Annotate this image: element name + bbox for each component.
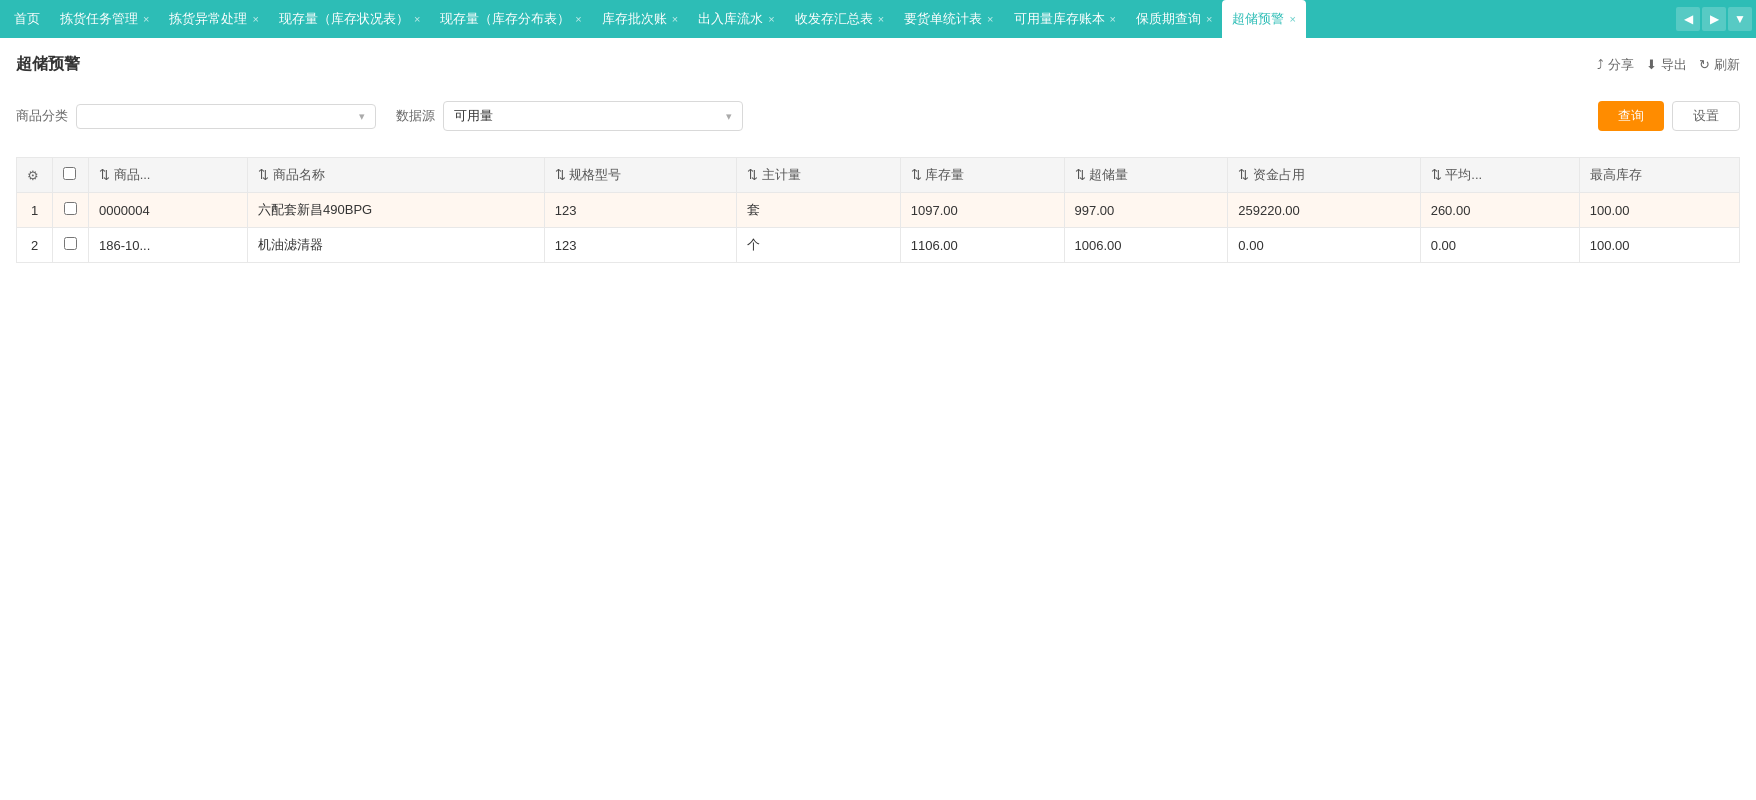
nav-pick-task[interactable]: 拣货任务管理 × bbox=[50, 0, 159, 38]
th-avg[interactable]: ⇅ 平均... bbox=[1420, 158, 1579, 193]
th-product-code[interactable]: ⇅ 商品... bbox=[89, 158, 248, 193]
unit: 套 bbox=[737, 193, 901, 228]
row-checkbox[interactable] bbox=[64, 237, 77, 250]
nav-overstock-warning[interactable]: 超储预警 × bbox=[1222, 0, 1305, 38]
nav-inventory-dist[interactable]: 现存量（库存分布表） × bbox=[430, 0, 591, 38]
datasource-select-value: 可用量 bbox=[454, 107, 726, 125]
table-header-row: ⚙ ⇅ 商品... ⇅ 商品名称 ⇅ 规格型号 ⇅ bbox=[17, 158, 1740, 193]
spec: 123 bbox=[544, 193, 736, 228]
stock: 1106.00 bbox=[900, 228, 1064, 263]
filter-bar: 商品分类 ▾ 数据源 可用量 ▾ 查询 设置 bbox=[16, 91, 1740, 141]
row-checkbox-cell bbox=[53, 193, 89, 228]
max-stock: 100.00 bbox=[1579, 228, 1739, 263]
nav-available-ledger[interactable]: 可用量库存账本 × bbox=[1004, 0, 1126, 38]
close-pick-exception[interactable]: × bbox=[252, 13, 258, 25]
over-stock: 997.00 bbox=[1064, 193, 1228, 228]
th-product-name[interactable]: ⇅ 商品名称 bbox=[248, 158, 545, 193]
close-inventory-dist[interactable]: × bbox=[575, 13, 581, 25]
page-title: 超储预警 bbox=[16, 54, 80, 75]
th-checkbox bbox=[53, 158, 89, 193]
close-overstock-warning[interactable]: × bbox=[1289, 13, 1295, 25]
nav-inventory-status[interactable]: 现存量（库存状况表） × bbox=[269, 0, 430, 38]
product-name: 六配套新昌490BPG bbox=[248, 193, 545, 228]
settings-button[interactable]: 设置 bbox=[1672, 101, 1740, 131]
nav-requisition-stats[interactable]: 要货单统计表 × bbox=[894, 0, 1003, 38]
close-available-ledger[interactable]: × bbox=[1110, 13, 1116, 25]
stock: 1097.00 bbox=[900, 193, 1064, 228]
th-spec[interactable]: ⇅ 规格型号 bbox=[544, 158, 736, 193]
th-unit[interactable]: ⇅ 主计量 bbox=[737, 158, 901, 193]
capital-used: 0.00 bbox=[1228, 228, 1420, 263]
product-code: 0000004 bbox=[89, 193, 248, 228]
datasource-select-arrow-icon: ▾ bbox=[726, 110, 732, 123]
datasource-select[interactable]: 可用量 ▾ bbox=[443, 101, 743, 131]
capital-used: 259220.00 bbox=[1228, 193, 1420, 228]
unit: 个 bbox=[737, 228, 901, 263]
table-row: 2 186-10... 机油滤清器 123 个 1106.00 1006.00 … bbox=[17, 228, 1740, 263]
share-button[interactable]: ⤴ 分享 bbox=[1597, 56, 1634, 74]
filter-actions: 查询 设置 bbox=[1598, 101, 1740, 131]
row-number: 2 bbox=[17, 228, 53, 263]
row-number: 1 bbox=[17, 193, 53, 228]
column-settings-icon[interactable]: ⚙ bbox=[27, 168, 39, 183]
th-settings: ⚙ bbox=[17, 158, 53, 193]
top-navigation: 首页 拣货任务管理 × 拣货异常处理 × 现存量（库存状况表） × 现存量（库存… bbox=[0, 0, 1756, 38]
select-all-checkbox[interactable] bbox=[63, 167, 76, 180]
th-max-stock: 最高库存 bbox=[1579, 158, 1739, 193]
main-content: 超储预警 ⤴ 分享 ⬇ 导出 ↻ 刷新 商品分类 ▾ 数据源 bbox=[0, 38, 1756, 800]
nav-recv-summary[interactable]: 收发存汇总表 × bbox=[785, 0, 894, 38]
datasource-filter: 数据源 可用量 ▾ bbox=[396, 101, 743, 131]
data-table: ⚙ ⇅ 商品... ⇅ 商品名称 ⇅ 规格型号 ⇅ bbox=[16, 157, 1740, 263]
close-requisition-stats[interactable]: × bbox=[987, 13, 993, 25]
category-filter: 商品分类 ▾ bbox=[16, 104, 376, 129]
category-label: 商品分类 bbox=[16, 107, 68, 125]
close-inventory-status[interactable]: × bbox=[414, 13, 420, 25]
th-stock[interactable]: ⇅ 库存量 bbox=[900, 158, 1064, 193]
nav-prev-button[interactable]: ◀ bbox=[1676, 7, 1700, 31]
refresh-icon: ↻ bbox=[1699, 57, 1710, 72]
export-button[interactable]: ⬇ 导出 bbox=[1646, 56, 1687, 74]
product-name: 机油滤清器 bbox=[248, 228, 545, 263]
product-code: 186-10... bbox=[89, 228, 248, 263]
close-inout-flow[interactable]: × bbox=[768, 13, 774, 25]
category-select-arrow-icon: ▾ bbox=[359, 110, 365, 123]
max-stock: 100.00 bbox=[1579, 193, 1739, 228]
over-stock: 1006.00 bbox=[1064, 228, 1228, 263]
nav-arrow-group: ◀ ▶ ▼ bbox=[1676, 7, 1752, 31]
refresh-button[interactable]: ↻ 刷新 bbox=[1699, 56, 1740, 74]
datasource-label: 数据源 bbox=[396, 107, 435, 125]
th-capital-used[interactable]: ⇅ 资金占用 bbox=[1228, 158, 1420, 193]
close-pick-task[interactable]: × bbox=[143, 13, 149, 25]
row-checkbox-cell bbox=[53, 228, 89, 263]
nav-expiry-query[interactable]: 保质期查询 × bbox=[1126, 0, 1222, 38]
nav-expand-button[interactable]: ▼ bbox=[1728, 7, 1752, 31]
category-select[interactable]: ▾ bbox=[76, 104, 376, 129]
nav-next-button[interactable]: ▶ bbox=[1702, 7, 1726, 31]
page-header: 超储预警 ⤴ 分享 ⬇ 导出 ↻ 刷新 bbox=[16, 54, 1740, 75]
header-actions: ⤴ 分享 ⬇ 导出 ↻ 刷新 bbox=[1597, 56, 1740, 74]
close-recv-summary[interactable]: × bbox=[878, 13, 884, 25]
share-icon: ⤴ bbox=[1597, 57, 1604, 72]
avg: 0.00 bbox=[1420, 228, 1579, 263]
nav-batch-account[interactable]: 库存批次账 × bbox=[592, 0, 688, 38]
query-button[interactable]: 查询 bbox=[1598, 101, 1664, 131]
nav-pick-exception[interactable]: 拣货异常处理 × bbox=[159, 0, 268, 38]
row-checkbox[interactable] bbox=[64, 202, 77, 215]
table-row: 1 0000004 六配套新昌490BPG 123 套 1097.00 997.… bbox=[17, 193, 1740, 228]
th-over-stock[interactable]: ⇅ 超储量 bbox=[1064, 158, 1228, 193]
nav-home[interactable]: 首页 bbox=[4, 0, 50, 38]
close-batch-account[interactable]: × bbox=[672, 13, 678, 25]
close-expiry-query[interactable]: × bbox=[1206, 13, 1212, 25]
nav-inout-flow[interactable]: 出入库流水 × bbox=[688, 0, 784, 38]
export-icon: ⬇ bbox=[1646, 57, 1657, 72]
spec: 123 bbox=[544, 228, 736, 263]
avg: 260.00 bbox=[1420, 193, 1579, 228]
